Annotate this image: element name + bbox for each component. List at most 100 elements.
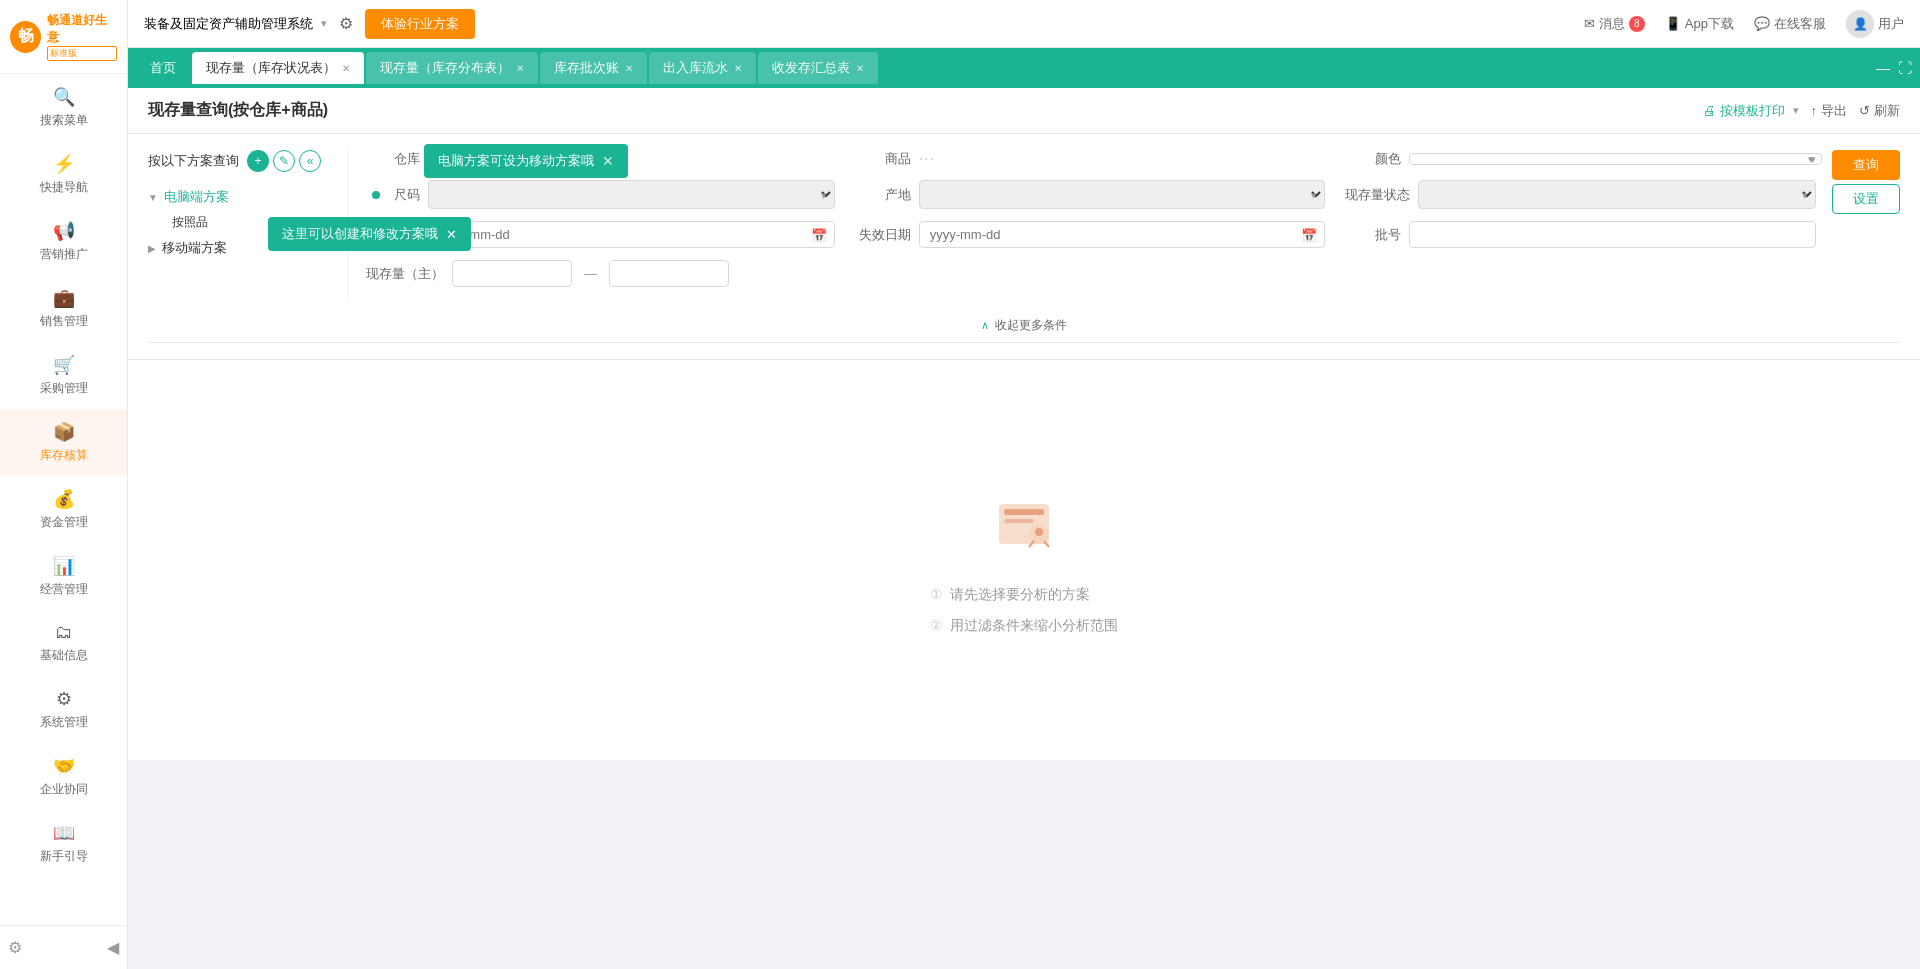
expire-date-field: 失效日期 📅 <box>855 221 1326 248</box>
topbar-left: 装备及固定资产辅助管理系统 ▾ ⚙ 体验行业方案 <box>144 9 475 39</box>
page-content: 现存量查询(按仓库+商品) 🖨 按模板打印 ▾ ↑ 导出 ↺ 刷新 <box>128 88 1920 969</box>
edit-scheme-icon[interactable]: ✎ <box>273 150 295 172</box>
filter-row4: 现存量（主） — <box>364 260 1816 287</box>
tab-close-icon[interactable]: ✕ <box>856 63 864 74</box>
logo-area: 畅 畅通道好生意 标准版 <box>0 0 127 74</box>
sidebar-item-finance[interactable]: 💰 资金管理 <box>0 476 127 543</box>
color-select-wrap <box>1409 153 1822 165</box>
export-button[interactable]: ↑ 导出 <box>1811 102 1848 120</box>
tooltip2-close[interactable]: ✕ <box>446 227 457 242</box>
tab-home[interactable]: 首页 <box>136 52 190 84</box>
print-icon: 🖨 <box>1703 103 1716 118</box>
sidebar-item-operations[interactable]: 📊 经营管理 <box>0 543 127 610</box>
finance-icon: 💰 <box>53 488 75 510</box>
origin-select-wrap <box>919 180 1326 209</box>
online-service-btn[interactable]: 💬 在线客服 <box>1754 15 1826 33</box>
batch-no-field: 批号 <box>1345 221 1816 248</box>
sidebar-item-basic[interactable]: 🗂 基础信息 <box>0 610 127 676</box>
system-title: 装备及固定资产辅助管理系统 <box>144 15 313 33</box>
page-header: 现存量查询(按仓库+商品) 🖨 按模板打印 ▾ ↑ 导出 ↺ 刷新 <box>128 88 1920 134</box>
prod-date-input[interactable] <box>428 221 835 248</box>
back-scheme-icon[interactable]: « <box>299 150 321 172</box>
empty-illustration <box>984 479 1064 559</box>
footer-collapse-icon[interactable]: ◀ <box>107 938 119 957</box>
empty-tip1: ① 请先选择要分析的方案 <box>930 579 1119 610</box>
page-actions: 🖨 按模板打印 ▾ ↑ 导出 ↺ 刷新 <box>1703 102 1901 120</box>
footer-settings-icon[interactable]: ⚙ <box>8 938 22 957</box>
color-label: 颜色 <box>1345 150 1401 168</box>
tab-minimize-icon[interactable]: — <box>1876 60 1890 76</box>
tab-close-icon[interactable]: ✕ <box>625 63 633 74</box>
stock-main-from[interactable] <box>452 260 572 287</box>
expire-date-label: 失效日期 <box>855 226 911 244</box>
empty-tips: ① 请先选择要分析的方案 ② 用过滤条件来缩小分析范围 <box>930 579 1119 641</box>
expire-date-calendar-icon[interactable]: 📅 <box>1301 227 1317 242</box>
print-dropdown-icon: ▾ <box>1793 104 1799 117</box>
add-scheme-icon[interactable]: + <box>247 150 269 172</box>
refresh-button[interactable]: ↺ 刷新 <box>1859 102 1900 120</box>
top-bar: 装备及固定资产辅助管理系统 ▾ ⚙ 体验行业方案 ✉ 消息 8 📱 App下载 … <box>128 0 1920 48</box>
sidebar-item-enterprise[interactable]: 🤝 企业协同 <box>0 743 127 810</box>
trial-button[interactable]: 体验行业方案 <box>365 9 475 39</box>
sidebar-item-quicknav[interactable]: ⚡ 快捷导航 <box>0 141 127 208</box>
dropdown-arrow-icon: ▾ <box>321 17 327 30</box>
empty-tip2: ② 用过滤条件来缩小分析范围 <box>930 610 1119 641</box>
app-download-btn[interactable]: 📱 App下载 <box>1665 15 1734 33</box>
sidebar-item-system[interactable]: ⚙ 系统管理 <box>0 676 127 743</box>
topbar-settings-icon[interactable]: ⚙ <box>339 14 353 33</box>
color-select[interactable] <box>1409 153 1822 165</box>
stock-main-field: 现存量（主） — <box>364 260 729 287</box>
tab-batch-account[interactable]: 库存批次账 ✕ <box>540 52 647 84</box>
refresh-icon: ↺ <box>1859 103 1870 118</box>
topbar-right: ✉ 消息 8 📱 App下载 💬 在线客服 👤 用户 <box>1584 10 1904 38</box>
sidebar-item-inventory[interactable]: 📦 库存核算 <box>0 409 127 476</box>
query-button[interactable]: 查询 <box>1832 150 1900 180</box>
stock-main-label: 现存量（主） <box>364 265 444 283</box>
service-icon: 💬 <box>1754 16 1770 31</box>
expire-date-wrap: 📅 <box>919 221 1326 248</box>
message-btn[interactable]: ✉ 消息 8 <box>1584 15 1645 33</box>
sales-icon: 💼 <box>53 287 75 309</box>
filter-header: 按以下方案查询 + ✎ « <box>148 150 335 172</box>
batch-no-input[interactable] <box>1409 221 1816 248</box>
size-select[interactable] <box>428 180 835 209</box>
sidebar-item-marketing[interactable]: 📢 营销推广 <box>0 208 127 275</box>
print-button[interactable]: 🖨 按模板打印 ▾ <box>1703 102 1799 120</box>
purchase-icon: 🛒 <box>53 354 75 376</box>
tabs-actions: — ⛶ <box>1876 60 1912 76</box>
user-btn[interactable]: 👤 用户 <box>1846 10 1904 38</box>
tooltip-scheme-popup: 电脑方案可设为移动方案哦 ✕ <box>424 144 628 178</box>
logo-text: 畅通道好生意 标准版 <box>47 12 117 61</box>
svg-rect-1 <box>1004 509 1044 515</box>
system-dropdown[interactable]: 装备及固定资产辅助管理系统 ▾ <box>144 15 327 33</box>
sidebar-item-sales[interactable]: 💼 销售管理 <box>0 275 127 342</box>
reset-button[interactable]: 设置 <box>1832 184 1900 214</box>
sidebar-item-guide[interactable]: 📖 新手引导 <box>0 810 127 877</box>
expand-icon: ▼ <box>148 192 158 203</box>
goods-label: 商品 <box>855 150 911 168</box>
filter-row2: 尺码 产地 <box>364 180 1816 209</box>
color-field: 颜色 ▾ <box>1345 150 1816 168</box>
sidebar-item-search[interactable]: 🔍 搜索菜单 <box>0 74 127 141</box>
prod-date-calendar-icon[interactable]: 📅 <box>811 227 827 242</box>
goods-dots[interactable]: ··· <box>919 150 935 168</box>
tab-close-icon[interactable]: ✕ <box>734 63 742 74</box>
tab-close-icon[interactable]: ✕ <box>342 63 350 74</box>
sidebar-item-purchase[interactable]: 🛒 采购管理 <box>0 342 127 409</box>
tab-stock-dist[interactable]: 现存量（库存分布表） ✕ <box>366 52 538 84</box>
collapse-bar[interactable]: ∧ 收起更多条件 <box>148 309 1900 343</box>
tab-stock-status[interactable]: 现存量（库存状况表） ✕ <box>192 52 364 84</box>
stock-main-to[interactable] <box>609 260 729 287</box>
sidebar: 畅 畅通道好生意 标准版 🔍 搜索菜单 ⚡ 快捷导航 📢 营销推广 💼 销售管理 <box>0 0 128 969</box>
tooltip1-close[interactable]: ✕ <box>602 153 614 169</box>
tab-inout-flow[interactable]: 出入库流水 ✕ <box>649 52 756 84</box>
tab-receive-send[interactable]: 收发存汇总表 ✕ <box>758 52 878 84</box>
stock-status-select[interactable] <box>1418 180 1816 209</box>
expire-date-input[interactable] <box>919 221 1326 248</box>
origin-select[interactable] <box>919 180 1326 209</box>
schema-desktop[interactable]: ▼ 电脑端方案 <box>148 184 335 210</box>
tab-close-icon[interactable]: ✕ <box>516 63 524 74</box>
batch-no-label: 批号 <box>1345 226 1401 244</box>
search-icon: 🔍 <box>53 86 75 108</box>
tab-maximize-icon[interactable]: ⛶ <box>1898 60 1912 76</box>
